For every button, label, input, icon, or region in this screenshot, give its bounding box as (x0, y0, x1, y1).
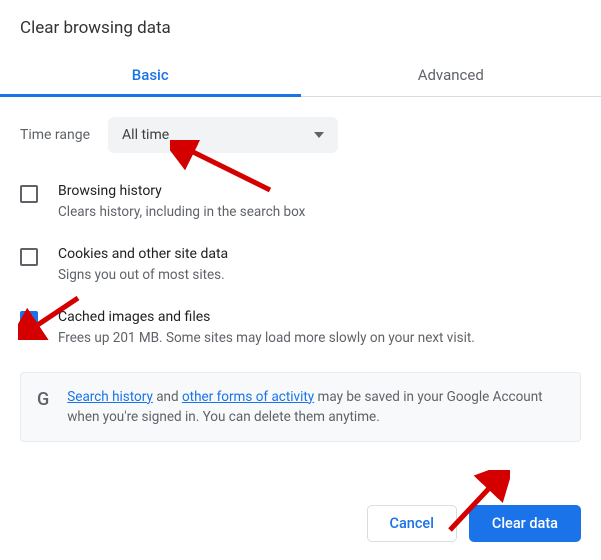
tab-advanced[interactable]: Advanced (301, 56, 601, 96)
option-cookies: Cookies and other site data Signs you ou… (20, 246, 581, 285)
option-title: Browsing history (58, 183, 581, 199)
info-text: Search history and other forms of activi… (67, 387, 564, 428)
google-g-icon: G (37, 389, 49, 410)
checkbox-cookies[interactable] (20, 248, 38, 266)
chevron-down-icon (314, 132, 324, 138)
checkbox-browsing-history[interactable] (20, 185, 38, 203)
google-account-info: G Search history and other forms of acti… (20, 372, 581, 443)
time-range-label: Time range (20, 127, 90, 143)
time-range-value: All time (122, 127, 169, 143)
option-desc: Signs you out of most sites. (58, 266, 581, 285)
option-cached: ✓ Cached images and files Frees up 201 M… (20, 309, 581, 348)
option-desc: Clears history, including in the search … (58, 203, 581, 222)
option-title: Cookies and other site data (58, 246, 581, 262)
tabs: Basic Advanced (0, 56, 601, 97)
time-range-row: Time range All time (20, 117, 581, 153)
clear-browsing-data-dialog: Clear browsing data Basic Advanced Time … (0, 0, 601, 442)
option-title: Cached images and files (58, 309, 581, 325)
tab-content: Time range All time Browsing history Cle… (20, 97, 581, 442)
clear-data-button[interactable]: Clear data (469, 505, 581, 542)
dialog-buttons: Cancel Clear data (367, 505, 582, 542)
dialog-title: Clear browsing data (20, 18, 581, 38)
checkmark-icon: ✓ (23, 313, 35, 327)
option-desc: Frees up 201 MB. Some sites may load mor… (58, 329, 581, 348)
option-browsing-history: Browsing history Clears history, includi… (20, 183, 581, 222)
checkbox-cached[interactable]: ✓ (20, 311, 38, 329)
link-search-history[interactable]: Search history (67, 389, 153, 405)
cancel-button[interactable]: Cancel (367, 505, 457, 542)
tab-basic[interactable]: Basic (0, 56, 301, 96)
time-range-select[interactable]: All time (108, 117, 338, 153)
link-other-activity[interactable]: other forms of activity (182, 389, 314, 405)
